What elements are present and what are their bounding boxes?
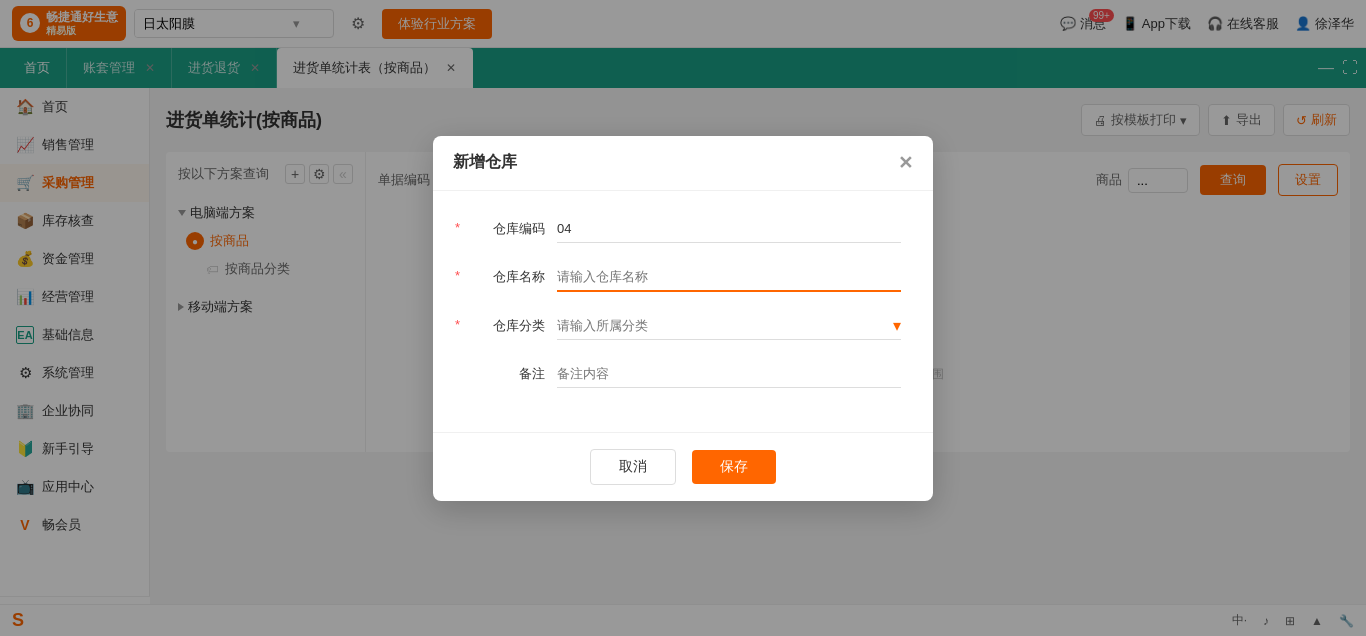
save-button[interactable]: 保存 — [692, 450, 776, 484]
form-row-category: 仓库分类 ▾ — [465, 312, 901, 340]
dialog-title: 新增仓库 — [453, 152, 517, 173]
remark-label: 备注 — [465, 365, 545, 383]
remark-input[interactable] — [557, 360, 901, 388]
category-input[interactable] — [557, 312, 893, 339]
category-select-row: ▾ — [557, 312, 901, 340]
dialog-header: 新增仓库 ✕ — [433, 136, 933, 191]
name-input[interactable] — [557, 263, 901, 292]
form-row-code: 仓库编码 — [465, 215, 901, 243]
modal-overlay[interactable]: 新增仓库 ✕ 仓库编码 仓库名称 仓库分类 ▾ — [0, 0, 1366, 636]
dialog-footer: 取消 保存 — [433, 432, 933, 501]
form-row-name: 仓库名称 — [465, 263, 901, 292]
code-label: 仓库编码 — [465, 220, 545, 238]
dialog-body: 仓库编码 仓库名称 仓库分类 ▾ 备注 — [433, 191, 933, 432]
dialog-close-button[interactable]: ✕ — [898, 152, 913, 174]
category-dropdown-icon[interactable]: ▾ — [893, 316, 901, 335]
cancel-button[interactable]: 取消 — [590, 449, 676, 485]
code-input[interactable] — [557, 215, 901, 243]
name-label: 仓库名称 — [465, 268, 545, 286]
category-label: 仓库分类 — [465, 317, 545, 335]
new-warehouse-dialog: 新增仓库 ✕ 仓库编码 仓库名称 仓库分类 ▾ — [433, 136, 933, 501]
form-row-remark: 备注 — [465, 360, 901, 388]
